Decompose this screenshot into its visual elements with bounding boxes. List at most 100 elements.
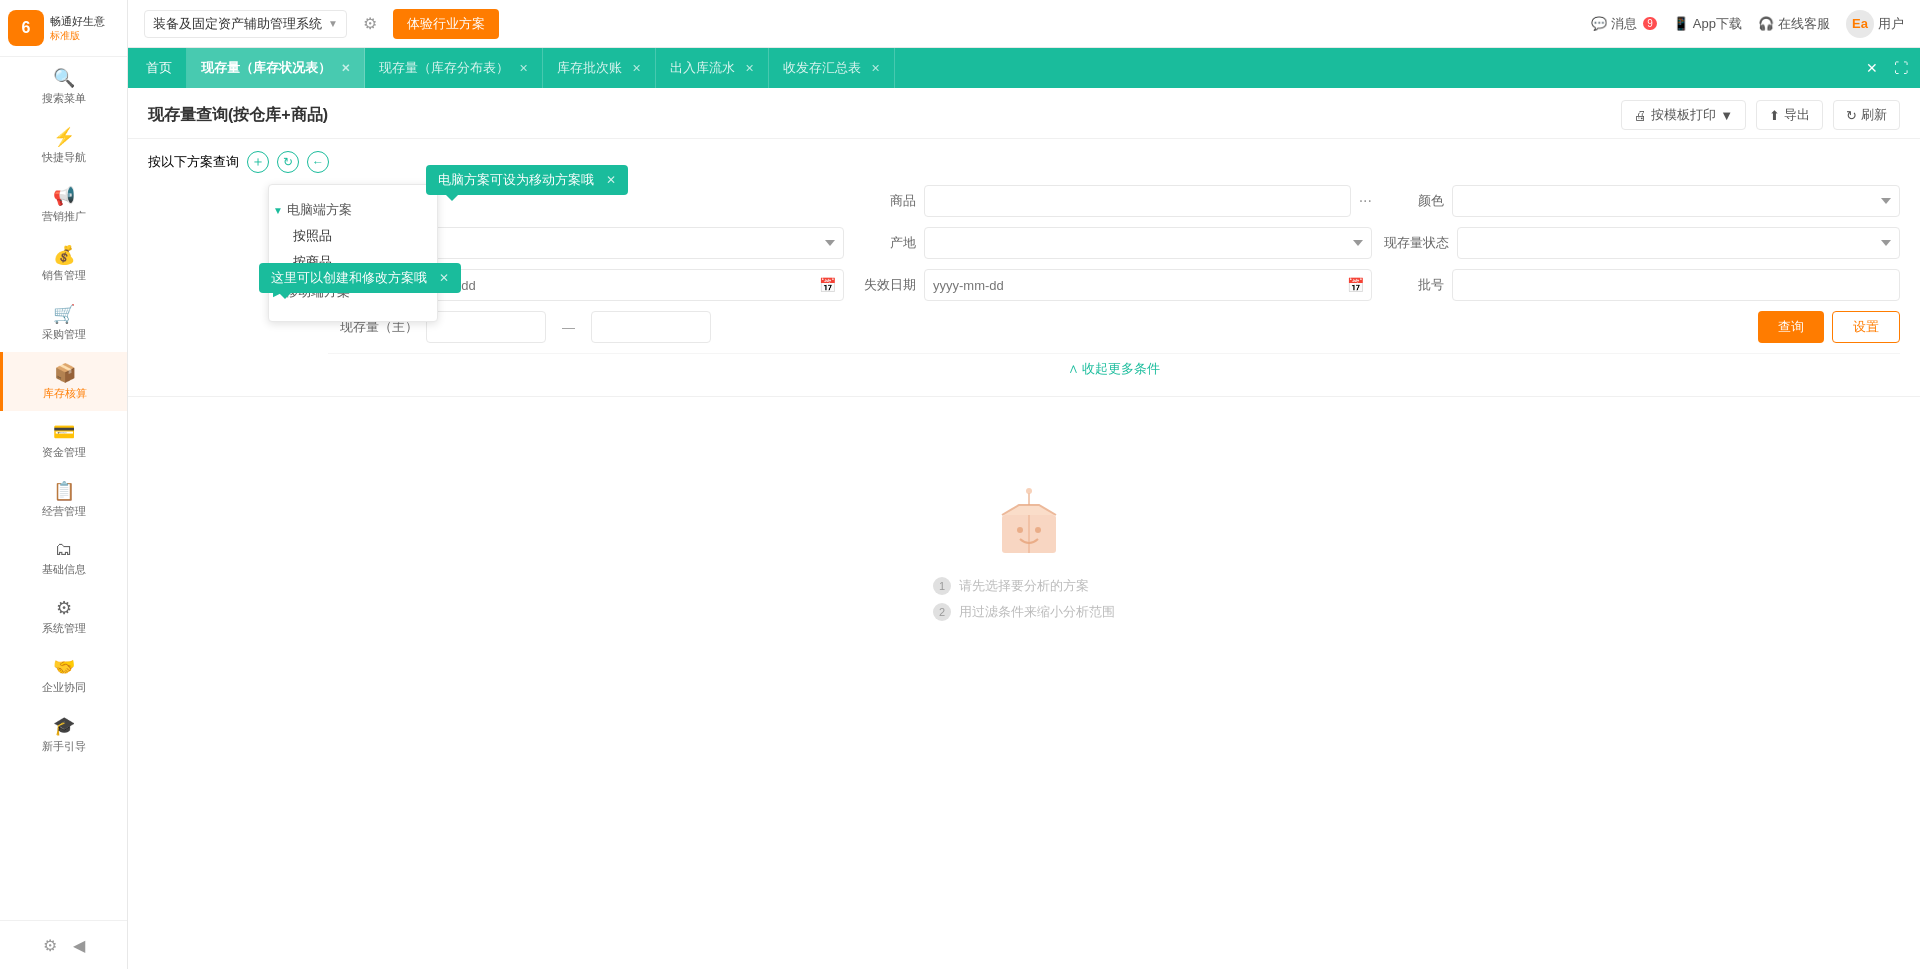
filter-add-button[interactable]: ＋ [247,151,269,173]
finance-icon: 💳 [53,421,75,443]
online-support-button[interactable]: 🎧 在线客服 [1758,15,1830,33]
filter-refresh-button[interactable]: ↻ [277,151,299,173]
export-button[interactable]: ⬆ 导出 [1756,100,1823,130]
expire-date-calendar-icon[interactable]: 📅 [1347,277,1364,293]
main-area: 装备及固定资产辅助管理系统 ▼ ⚙ 体验行业方案 💬 消息 9 📱 App下载 … [128,0,1920,969]
empty-step-2: 2 用过滤条件来缩小分析范围 [933,603,1115,621]
stock-main-to-input[interactable] [591,311,711,343]
tabs-right-controls: ✕ ⛶ [1858,56,1916,80]
system-name: 装备及固定资产辅助管理系统 [153,15,322,33]
dropdown-arrow: ▼ [1720,108,1733,123]
produce-date-input[interactable] [396,269,844,301]
filter-field-origin: 产地 [856,227,1372,259]
sidebar-item-ops[interactable]: 📋 经营管理 [0,470,127,529]
sidebar-settings-button[interactable]: ⚙ ◀ [0,931,127,959]
page-actions: 🖨 按模板打印 ▼ ⬆ 导出 ↻ 刷新 [1621,100,1900,130]
enterprise-icon: 🤝 [53,656,75,678]
filter-row-4: 现存量（主） — 查询 设置 [328,311,1900,343]
filter-field-expire-date: 失效日期 📅 [856,269,1372,301]
svg-point-3 [1035,527,1041,533]
color-select[interactable] [1452,185,1900,217]
product-input[interactable] [924,185,1351,217]
sidebar-collapse-icon[interactable]: ◀ [73,936,85,955]
quick-icon: ⚡ [53,126,75,148]
tab-close-inout-flow[interactable]: ✕ [745,62,754,75]
tab-close-inventory-dist[interactable]: ✕ [519,62,528,75]
tab-home[interactable]: 首页 [132,48,187,88]
tab-inventory-status[interactable]: 现存量（库存状况表） ✕ [187,48,365,88]
tab-close-batch-ledger[interactable]: ✕ [632,62,641,75]
user-avatar: Ea [1846,10,1874,38]
stock-main-from-input[interactable] [426,311,546,343]
sidebar-item-basic[interactable]: 🗂 基础信息 [0,529,127,587]
user-menu[interactable]: Ea 用户 [1846,10,1904,38]
print-template-button[interactable]: 🖨 按模板打印 ▼ [1621,100,1746,130]
range-separator: — [554,320,583,335]
origin-select[interactable] [924,227,1372,259]
stock-status-select[interactable] [1457,227,1900,259]
tooltip-create-close[interactable]: ✕ [439,271,449,285]
sidebar-item-finance[interactable]: 💳 资金管理 [0,411,127,470]
filter-field-color: 颜色 [1384,185,1900,217]
logo[interactable]: 6 畅通好生意 标准版 [0,0,127,57]
logo-icon: 6 [8,10,44,46]
size-select[interactable] [396,227,844,259]
search-icon: 🔍 [53,67,75,89]
collapse-up-icon: ∧ [1068,361,1079,376]
query-button[interactable]: 查询 [1758,311,1824,343]
batch-input[interactable] [1452,269,1900,301]
support-icon: 🎧 [1758,16,1774,31]
sidebar-item-sales[interactable]: 💰 销售管理 [0,234,127,293]
sidebar-item-inventory[interactable]: 📦 库存核算 [0,352,127,411]
sidebar-item-enterprise[interactable]: 🤝 企业协同 [0,646,127,705]
tooltip-scheme-close[interactable]: ✕ [606,173,616,187]
system-selector[interactable]: 装备及固定资产辅助管理系统 ▼ [144,10,347,38]
filter-field-batch: 批号 [1384,269,1900,301]
refresh-button[interactable]: ↻ 刷新 [1833,100,1900,130]
scheme-tree-panel: 这里可以创建和修改方案哦 ✕ ▼ 电脑端方案 按照品 [268,184,438,322]
basic-icon: 🗂 [55,539,73,560]
sidebar-item-system[interactable]: ⚙ 系统管理 [0,587,127,646]
tab-inventory-dist[interactable]: 现存量（库存分布表） ✕ [365,48,543,88]
print-icon: 🖨 [1634,108,1647,123]
filter-action-buttons: 查询 设置 [1758,311,1900,343]
messages-button[interactable]: 💬 消息 9 [1591,15,1657,33]
tab-fullscreen[interactable]: ⛶ [1886,56,1916,80]
tab-receive-summary[interactable]: 收发存汇总表 ✕ [769,48,895,88]
settings-button[interactable]: 设置 [1832,311,1900,343]
app-download-button[interactable]: 📱 App下载 [1673,15,1742,33]
tab-batch-ledger[interactable]: 库存批次账 ✕ [543,48,656,88]
settings-icon: ⚙ [43,936,57,955]
tab-close-all[interactable]: ✕ [1858,56,1886,80]
sidebar-item-guide[interactable]: 🎓 新手引导 [0,705,127,764]
topbar-right: 💬 消息 9 📱 App下载 🎧 在线客服 Ea 用户 [1591,10,1904,38]
svg-point-2 [1017,527,1023,533]
scheme-desktop-header[interactable]: ▼ 电脑端方案 [269,197,437,223]
filter-back-button[interactable]: ← [307,151,329,173]
industry-btn[interactable]: 体验行业方案 [393,9,499,39]
sidebar-item-marketing[interactable]: 📢 营销推广 [0,175,127,234]
message-icon: 💬 [1591,16,1607,31]
expire-date-input[interactable] [924,269,1372,301]
tab-inout-flow[interactable]: 出入库流水 ✕ [656,48,769,88]
sidebar-item-purchase[interactable]: 🛒 采购管理 [0,293,127,352]
step-num-1: 1 [933,577,951,595]
topbar-settings-icon[interactable]: ⚙ [359,10,381,37]
filter-collapse-button[interactable]: ∧ 收起更多条件 [328,353,1900,384]
tab-close-inventory-status[interactable]: ✕ [341,62,350,75]
empty-illustration [984,477,1064,557]
scheme-item-by-product-code[interactable]: 按照品 [269,223,437,249]
produce-date-calendar-icon[interactable]: 📅 [819,277,836,293]
tooltip-create: 这里可以创建和修改方案哦 ✕ [259,263,461,293]
content-inner: 现存量查询(按仓库+商品) 🖨 按模板打印 ▼ ⬆ 导出 ↻ 刷新 [128,88,1920,969]
sidebar-item-search[interactable]: 🔍 搜索菜单 [0,57,127,116]
inventory-icon: 📦 [54,362,76,384]
more-dots-product[interactable]: ··· [1359,192,1372,210]
purchase-icon: 🛒 [53,303,75,325]
user-name: 用户 [1878,15,1904,33]
empty-step-1: 1 请先选择要分析的方案 [933,577,1115,595]
scheme-desktop-arrow: ▼ [273,205,283,216]
filter-header: 按以下方案查询 ＋ ↻ ← [148,151,1900,173]
sidebar-item-quick[interactable]: ⚡ 快捷导航 [0,116,127,175]
tab-close-receive-summary[interactable]: ✕ [871,62,880,75]
